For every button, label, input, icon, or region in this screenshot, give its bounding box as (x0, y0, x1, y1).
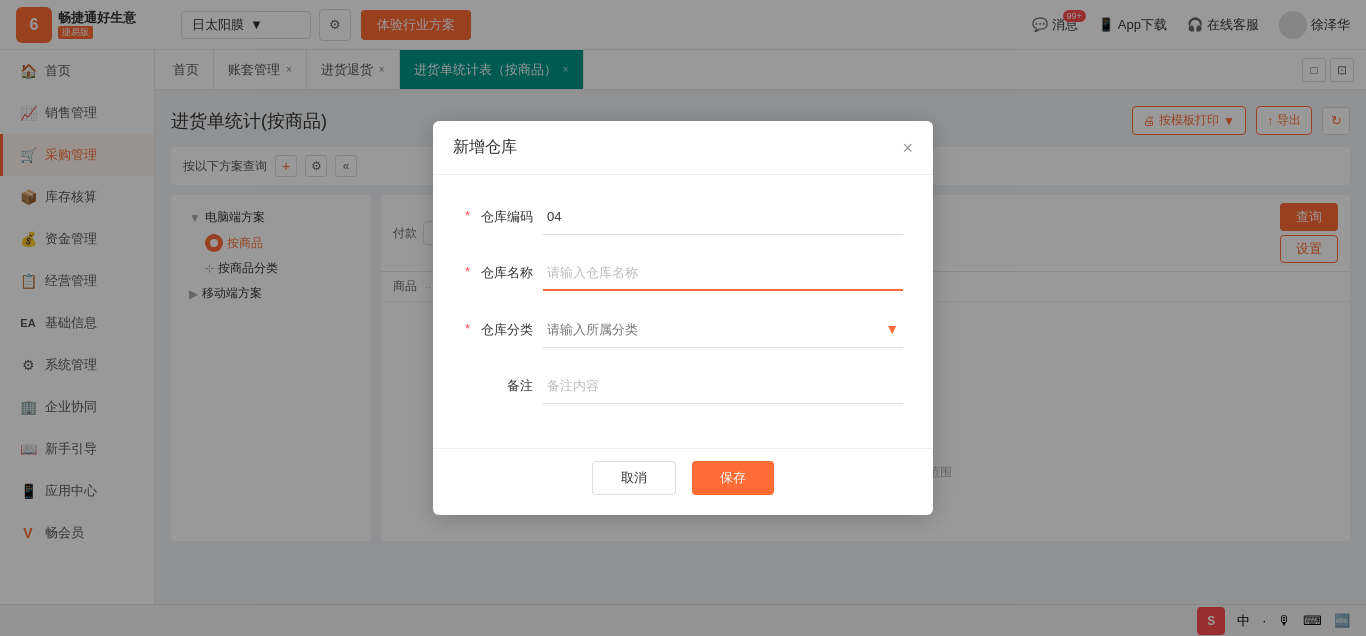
modal-footer: 取消 保存 (433, 448, 933, 515)
modal-overlay[interactable]: 新增仓库 × 仓库编码 仓库名称 仓库分类 ▼ (0, 0, 1366, 636)
modal-body: 仓库编码 仓库名称 仓库分类 ▼ 备注 (433, 175, 933, 448)
warehouse-remark-row: 备注 (463, 368, 903, 404)
warehouse-name-input[interactable] (543, 255, 903, 291)
cancel-button[interactable]: 取消 (592, 461, 676, 495)
category-dropdown-icon: ▼ (885, 321, 899, 337)
warehouse-category-row: 仓库分类 ▼ (463, 311, 903, 348)
warehouse-remark-label: 备注 (463, 377, 543, 395)
modal-title: 新增仓库 (453, 137, 517, 158)
warehouse-code-row: 仓库编码 (463, 199, 903, 235)
warehouse-category-label: 仓库分类 (463, 321, 543, 339)
modal-header: 新增仓库 × (433, 121, 933, 175)
warehouse-code-input[interactable] (543, 199, 903, 235)
warehouse-category-input[interactable] (543, 311, 903, 347)
warehouse-code-label: 仓库编码 (463, 208, 543, 226)
warehouse-name-row: 仓库名称 (463, 255, 903, 291)
warehouse-category-select-wrap: ▼ (543, 311, 903, 348)
warehouse-remark-input[interactable] (543, 368, 903, 404)
add-warehouse-modal: 新增仓库 × 仓库编码 仓库名称 仓库分类 ▼ (433, 121, 933, 515)
modal-close-button[interactable]: × (902, 139, 913, 157)
save-button[interactable]: 保存 (692, 461, 774, 495)
warehouse-name-label: 仓库名称 (463, 264, 543, 282)
